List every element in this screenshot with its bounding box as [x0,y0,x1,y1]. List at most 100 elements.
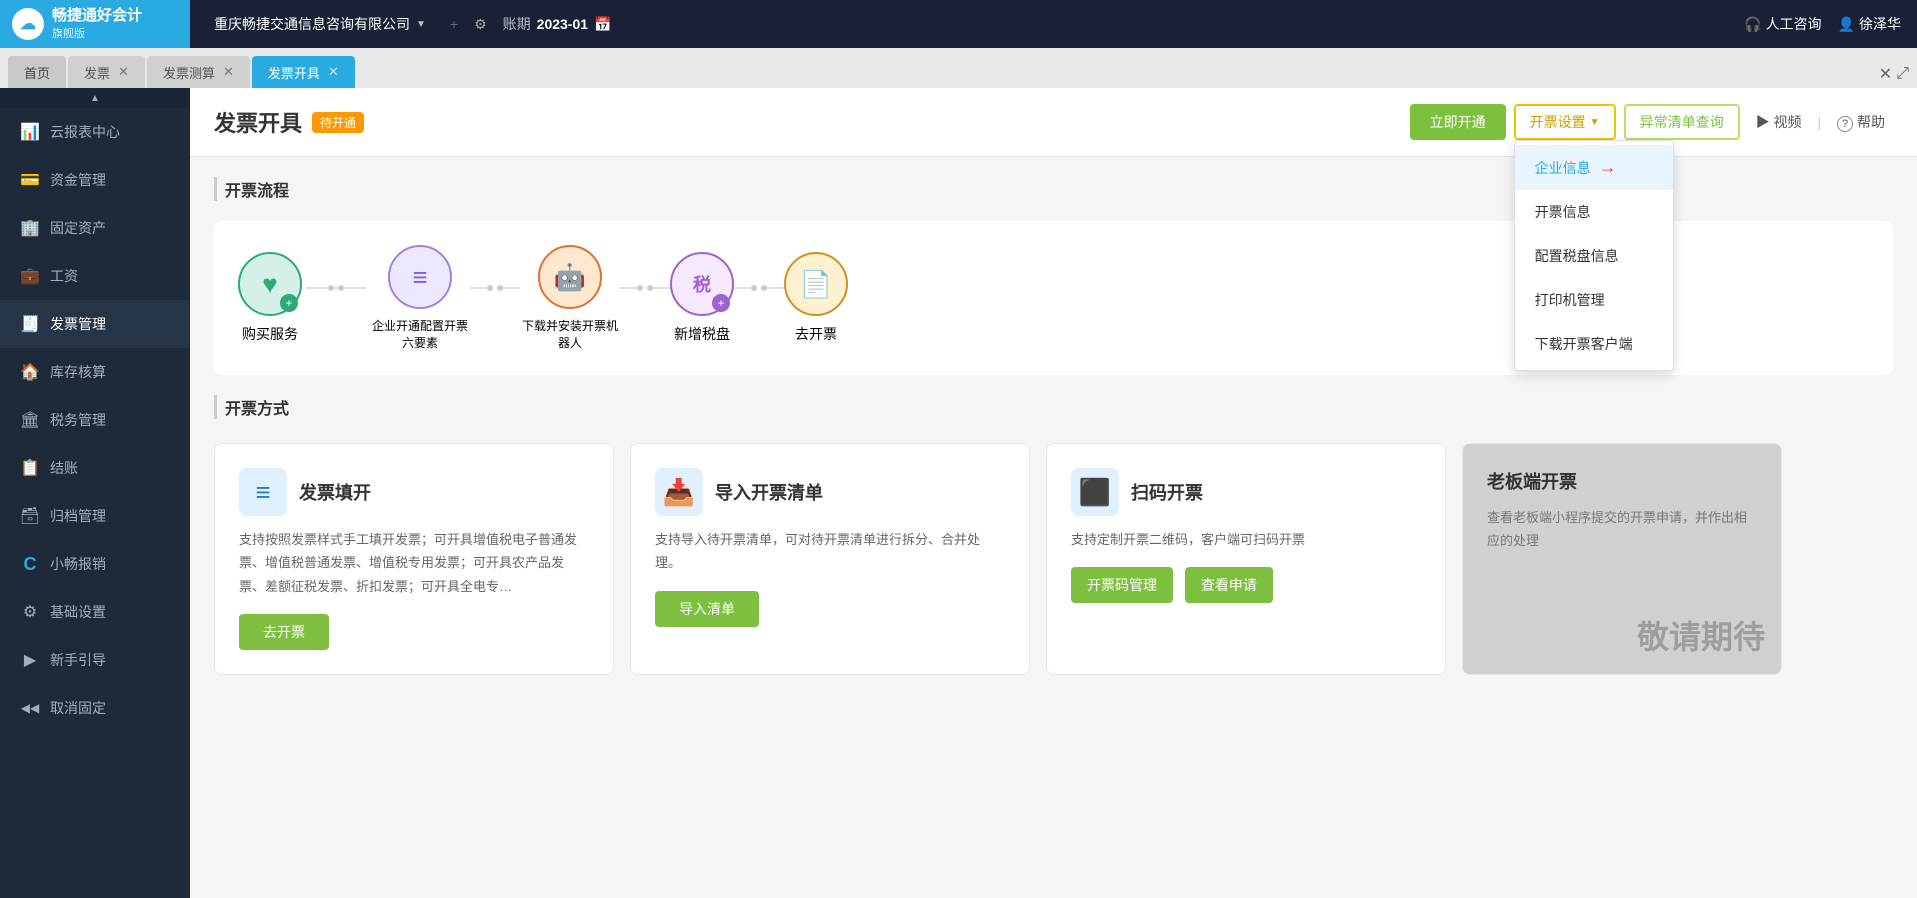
sidebar-item-report-sales[interactable]: C 小畅报销 [0,540,190,588]
sidebar-item-settle-label: 结账 [50,458,78,478]
view-apply-button[interactable]: 查看申请 [1185,567,1273,603]
method-title-boss: 老板端开票 [1487,468,1577,494]
sidebar-item-guide-label: 新手引导 [50,650,106,670]
user-name: 徐泽华 [1859,14,1901,34]
company-selector[interactable]: 重庆畅捷交通信息咨询有限公司 ▼ [206,10,434,38]
dropdown-item-tax-config[interactable]: 配置税盘信息 [1515,234,1673,278]
sidebar-item-archive-label: 归档管理 [50,506,106,526]
flow-label-go-invoice: 去开票 [795,324,837,344]
dropdown-item-printer[interactable]: 打印机管理 [1515,278,1673,322]
flow-icon-download: 🤖 [538,245,602,309]
page-title: 发票开具 [214,106,302,138]
tax-icon: 🏛 [20,410,40,430]
top-bar-right: 🎧 人工咨询 👤 徐泽华 [1744,14,1901,34]
header-actions: 立即开通 开票设置 ▼ 企业信息 → 开票信息 [1410,104,1893,140]
flow-divider-1 [306,287,366,289]
dropdown-item-invoice-info[interactable]: 开票信息 [1515,190,1673,234]
settings-dropdown-container: 开票设置 ▼ 企业信息 → 开票信息 配置税盘信息 [1514,104,1616,140]
logo-icon: ☁ [12,8,44,40]
sidebar-item-settings-label: 基础设置 [50,602,106,622]
sidebar: ▲ 📊 云报表中心 💳 资金管理 🏢 固定资产 💼 工资 🧾 发票管理 🏠 库存… [0,88,190,898]
sidebar-item-settle[interactable]: 📋 结账 [0,444,190,492]
tab-invoice-calc-label: 发票测算 [163,63,215,82]
abnormal-list-button[interactable]: 异常清单查询 [1624,104,1740,140]
sidebar-item-reports[interactable]: 📊 云报表中心 [0,108,190,156]
play-icon: ▶ [1756,114,1770,130]
sidebar-item-cancel-fixed[interactable]: ◀◀ 取消固定 [0,684,190,732]
calendar-icon[interactable]: 📅 [594,16,611,33]
period-area: 账期 2023-01 📅 [503,14,612,34]
sidebar-item-assets[interactable]: 🏢 固定资产 [0,204,190,252]
support-button[interactable]: 🎧 人工咨询 [1744,14,1821,34]
flow-icon-go-invoice: 📄 [784,252,848,316]
logo-area: ☁ 畅捷通好会计 旗舰版 [0,0,190,48]
sidebar-item-reports-label: 云报表中心 [50,122,120,142]
period-label: 账期 [503,14,531,34]
dropdown-item-invoice-info-label: 开票信息 [1535,202,1591,222]
video-button[interactable]: ▶ 视频 [1748,106,1810,138]
sidebar-item-tax-label: 税务管理 [50,410,106,430]
method-icon-import: 📥 [655,468,703,516]
methods-section-title: 开票方式 [214,395,1893,419]
tab-invoice-calc[interactable]: 发票测算 ✕ [147,56,250,88]
settings-button[interactable]: 开票设置 ▼ [1514,104,1616,140]
tab-invoice-open[interactable]: 发票开具 ✕ [252,56,355,88]
method-card-fill: ≡ 发票填开 支持按照发票样式手工填开发票；可开具增值税电子普通发票、增值税普通… [214,443,614,675]
fill-invoice-button[interactable]: 去开票 [239,614,329,650]
sidebar-item-settings[interactable]: ⚙ 基础设置 [0,588,190,636]
divider-1: + [450,16,458,32]
settings-icon: ⚙ [20,602,40,622]
settings-button-label: 开票设置 [1530,112,1586,132]
sidebar-item-assets-label: 固定资产 [50,218,106,238]
flow-icon-config: ≡ [388,245,452,309]
method-title-scan: 扫码开票 [1131,479,1203,505]
qr-manage-button[interactable]: 开票码管理 [1071,567,1173,603]
flow-step-buy: ♥ + 购买服务 [238,252,302,344]
sidebar-item-invoice-mgr[interactable]: 🧾 发票管理 [0,300,190,348]
activate-button[interactable]: 立即开通 [1410,104,1506,140]
dropdown-item-tax-config-label: 配置税盘信息 [1535,246,1619,266]
content-area: 发票开具 待开通 立即开通 开票设置 ▼ 企业信息 → [190,88,1917,898]
settings-gear-icon[interactable]: ⚙ [474,16,487,33]
flow-label-buy: 购买服务 [242,324,298,344]
dropdown-item-download-client[interactable]: 下载开票客户端 [1515,322,1673,366]
tab-invoice-calc-close[interactable]: ✕ [223,64,234,80]
headset-icon: 🎧 [1744,16,1761,33]
method-title-import: 导入开票清单 [715,479,823,505]
flow-icon-buy: ♥ + [238,252,302,316]
method-card-boss: 老板端开票 查看老板端小程序提交的开票申请，并作出相应的处理 敬请期待 [1462,443,1782,675]
user-icon: 👤 [1838,16,1855,33]
sidebar-scroll-up[interactable]: ▲ [0,88,190,108]
dropdown-item-company-info[interactable]: 企业信息 → [1515,145,1673,190]
method-icon-scan: ⬛ [1071,468,1119,516]
user-area[interactable]: 👤 徐泽华 [1838,14,1901,34]
sidebar-item-report-sales-label: 小畅报销 [50,554,106,574]
method-header-fill: ≡ 发票填开 [239,468,589,516]
top-bar: ☁ 畅捷通好会计 旗舰版 重庆畅捷交通信息咨询有限公司 ▼ + ⚙ 账期 202… [0,0,1917,48]
sidebar-item-tax[interactable]: 🏛 税务管理 [0,396,190,444]
sidebar-item-inventory-label: 库存核算 [50,362,106,382]
tab-invoice-open-close[interactable]: ✕ [328,64,339,80]
tab-invoice[interactable]: 发票 ✕ [68,56,145,88]
sidebar-item-inventory[interactable]: 🏠 库存核算 [0,348,190,396]
sidebar-item-guide[interactable]: ▶ 新手引导 [0,636,190,684]
tab-invoice-close[interactable]: ✕ [118,64,129,80]
sidebar-item-salary[interactable]: 💼 工资 [0,252,190,300]
sidebar-item-funds[interactable]: 💳 资金管理 [0,156,190,204]
report-sales-icon: C [20,554,40,574]
tab-home[interactable]: 首页 [8,56,66,88]
sidebar-item-archive[interactable]: 🗃 归档管理 [0,492,190,540]
sidebar-item-funds-label: 资金管理 [50,170,106,190]
help-button[interactable]: ? 帮助 [1829,106,1893,138]
tab-invoice-open-label: 发票开具 [268,63,320,82]
import-list-button[interactable]: 导入清单 [655,591,759,627]
flow-step-go-invoice: 📄 去开票 [784,252,848,344]
method-header-import: 📥 导入开票清单 [655,468,1005,516]
watermark-text: 敬请期待 [1637,612,1765,658]
invoice-mgr-icon: 🧾 [20,314,40,334]
pending-badge: 待开通 [312,112,364,133]
tab-close-button[interactable]: ✕ [1879,64,1892,84]
dropdown-item-download-client-label: 下载开票客户端 [1535,334,1633,354]
tab-expand-button[interactable]: ⤢ [1896,65,1909,83]
method-desc-boss: 查看老板端小程序提交的开票申请，并作出相应的处理 [1487,506,1757,553]
